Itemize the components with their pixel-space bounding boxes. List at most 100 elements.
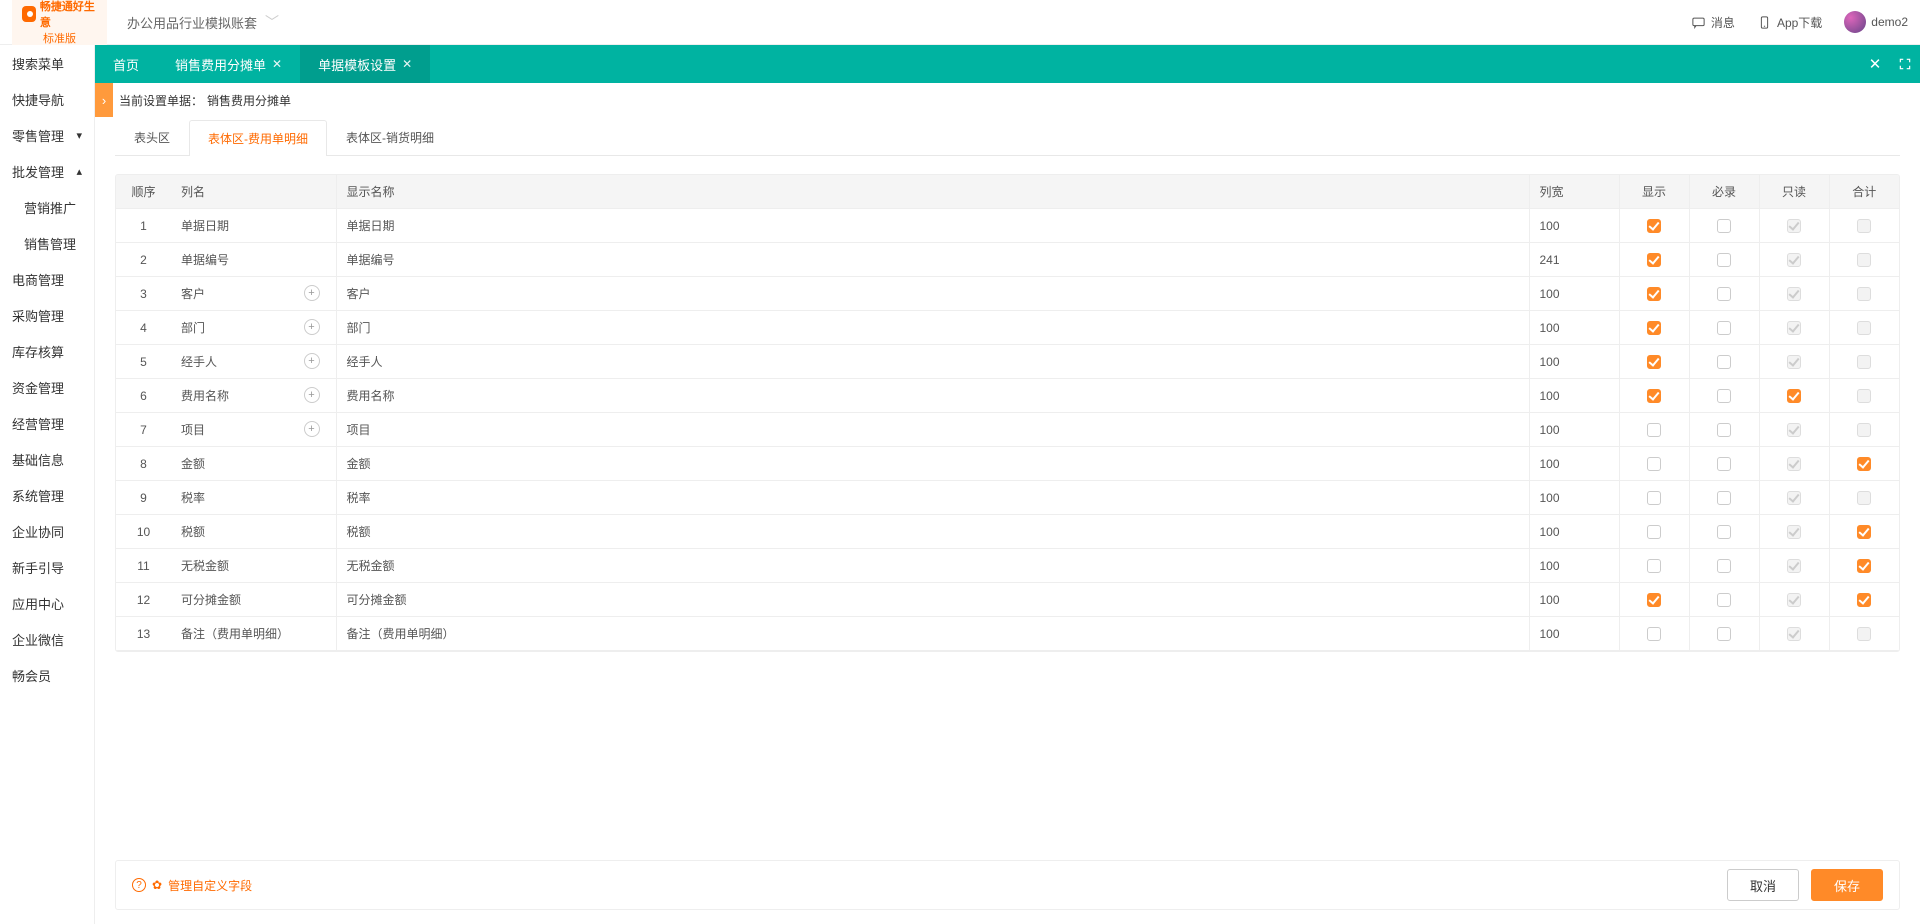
- add-column-button[interactable]: +: [304, 319, 320, 335]
- cell-width[interactable]: 100: [1529, 583, 1619, 617]
- checkbox-sum[interactable]: [1857, 593, 1871, 607]
- checkbox-show[interactable]: [1647, 321, 1661, 335]
- cell-display-name[interactable]: 费用名称: [336, 379, 1529, 413]
- checkbox-show[interactable]: [1647, 457, 1661, 471]
- close-icon[interactable]: ✕: [402, 57, 412, 71]
- checkbox-show[interactable]: [1647, 525, 1661, 539]
- sidebar-item-7[interactable]: 采购管理: [0, 297, 94, 333]
- sidebar-item-0[interactable]: 搜索菜单: [0, 45, 94, 81]
- cell-width[interactable]: 100: [1529, 515, 1619, 549]
- checkbox-required[interactable]: [1717, 457, 1731, 471]
- sidebar-item-10[interactable]: 经营管理: [0, 405, 94, 441]
- cell-width[interactable]: 100: [1529, 345, 1619, 379]
- checkbox-required[interactable]: [1717, 423, 1731, 437]
- cell-width[interactable]: 100: [1529, 379, 1619, 413]
- subtab-1[interactable]: 表体区-费用单明细: [189, 120, 327, 156]
- checkbox-show[interactable]: [1647, 253, 1661, 267]
- checkbox-show[interactable]: [1647, 627, 1661, 641]
- checkbox-sum[interactable]: [1857, 559, 1871, 573]
- cell-display-name[interactable]: 税率: [336, 481, 1529, 515]
- checkbox-required[interactable]: [1717, 491, 1731, 505]
- cell-display-name[interactable]: 可分摊金额: [336, 583, 1529, 617]
- collapse-toggle[interactable]: ›: [95, 83, 113, 117]
- tab-0[interactable]: 首页: [95, 45, 157, 83]
- cell-display-name[interactable]: 单据编号: [336, 243, 1529, 277]
- sidebar-item-16[interactable]: 企业微信: [0, 621, 94, 657]
- cell-width[interactable]: 100: [1529, 549, 1619, 583]
- checkbox-required[interactable]: [1717, 627, 1731, 641]
- cell-display-name[interactable]: 金额: [336, 447, 1529, 481]
- messages-button[interactable]: 消息: [1691, 14, 1735, 31]
- checkbox-required[interactable]: [1717, 287, 1731, 301]
- cancel-button[interactable]: 取消: [1727, 869, 1799, 901]
- company-selector[interactable]: 办公用品行业模拟账套 ﹀: [127, 12, 279, 32]
- checkbox-show[interactable]: [1647, 559, 1661, 573]
- cell-width[interactable]: 100: [1529, 311, 1619, 345]
- checkbox-required[interactable]: [1717, 559, 1731, 573]
- subtab-0[interactable]: 表头区: [115, 119, 189, 155]
- cell-width[interactable]: 100: [1529, 277, 1619, 311]
- custom-fields-link[interactable]: 管理自定义字段: [168, 877, 252, 894]
- cell-order: 4: [116, 311, 171, 345]
- cell-width[interactable]: 100: [1529, 481, 1619, 515]
- checkbox-required[interactable]: [1717, 593, 1731, 607]
- checkbox-required[interactable]: [1717, 389, 1731, 403]
- cell-display-name[interactable]: 备注（费用单明细）: [336, 617, 1529, 651]
- cell-display-name[interactable]: 项目: [336, 413, 1529, 447]
- add-column-button[interactable]: +: [304, 285, 320, 301]
- add-column-button[interactable]: +: [304, 421, 320, 437]
- sidebar-item-2[interactable]: 零售管理▾: [0, 117, 94, 153]
- checkbox-required[interactable]: [1717, 321, 1731, 335]
- tab-2[interactable]: 单据模板设置✕: [300, 45, 430, 83]
- sidebar-item-4[interactable]: 营销推广: [0, 189, 94, 225]
- checkbox-show[interactable]: [1647, 219, 1661, 233]
- sidebar-item-5[interactable]: 销售管理: [0, 225, 94, 261]
- sidebar-item-13[interactable]: 企业协同: [0, 513, 94, 549]
- cell-width[interactable]: 100: [1529, 413, 1619, 447]
- fullscreen-button[interactable]: [1890, 45, 1920, 83]
- checkbox-show[interactable]: [1647, 389, 1661, 403]
- tab-1[interactable]: 销售费用分摊单✕: [157, 45, 300, 83]
- checkbox-required[interactable]: [1717, 355, 1731, 369]
- cell-display-name[interactable]: 无税金额: [336, 549, 1529, 583]
- cell-width[interactable]: 100: [1529, 447, 1619, 481]
- help-icon[interactable]: ?: [132, 878, 146, 892]
- checkbox-required[interactable]: [1717, 525, 1731, 539]
- sidebar-item-12[interactable]: 系统管理: [0, 477, 94, 513]
- checkbox-required[interactable]: [1717, 253, 1731, 267]
- checkbox-show[interactable]: [1647, 491, 1661, 505]
- cell-display-name[interactable]: 税额: [336, 515, 1529, 549]
- user-menu[interactable]: demo2: [1844, 11, 1908, 33]
- checkbox-required[interactable]: [1717, 219, 1731, 233]
- add-column-button[interactable]: +: [304, 353, 320, 369]
- cell-display-name[interactable]: 客户: [336, 277, 1529, 311]
- cell-width[interactable]: 100: [1529, 617, 1619, 651]
- app-download-button[interactable]: App下载: [1757, 14, 1822, 31]
- sidebar-item-3[interactable]: 批发管理▴: [0, 153, 94, 189]
- cell-display-name[interactable]: 单据日期: [336, 209, 1529, 243]
- cell-display-name[interactable]: 部门: [336, 311, 1529, 345]
- sidebar-item-14[interactable]: 新手引导: [0, 549, 94, 585]
- checkbox-show[interactable]: [1647, 593, 1661, 607]
- checkbox-sum[interactable]: [1857, 525, 1871, 539]
- checkbox-sum[interactable]: [1857, 457, 1871, 471]
- save-button[interactable]: 保存: [1811, 869, 1883, 901]
- cell-width[interactable]: 241: [1529, 243, 1619, 277]
- sidebar-item-9[interactable]: 资金管理: [0, 369, 94, 405]
- checkbox-show[interactable]: [1647, 355, 1661, 369]
- close-icon[interactable]: ✕: [272, 57, 282, 71]
- sidebar-item-1[interactable]: 快捷导航: [0, 81, 94, 117]
- cell-display-name[interactable]: 经手人: [336, 345, 1529, 379]
- sidebar-item-11[interactable]: 基础信息: [0, 441, 94, 477]
- subtab-2[interactable]: 表体区-销货明细: [327, 119, 453, 155]
- sidebar-item-17[interactable]: 畅会员: [0, 657, 94, 693]
- cell-width[interactable]: 100: [1529, 209, 1619, 243]
- sidebar-item-6[interactable]: 电商管理: [0, 261, 94, 297]
- sidebar-item-15[interactable]: 应用中心: [0, 585, 94, 621]
- add-column-button[interactable]: +: [304, 387, 320, 403]
- sidebar-item-8[interactable]: 库存核算: [0, 333, 94, 369]
- checkbox-readonly[interactable]: [1787, 389, 1801, 403]
- close-all-tabs-button[interactable]: ✕: [1860, 45, 1890, 83]
- checkbox-show[interactable]: [1647, 423, 1661, 437]
- checkbox-show[interactable]: [1647, 287, 1661, 301]
